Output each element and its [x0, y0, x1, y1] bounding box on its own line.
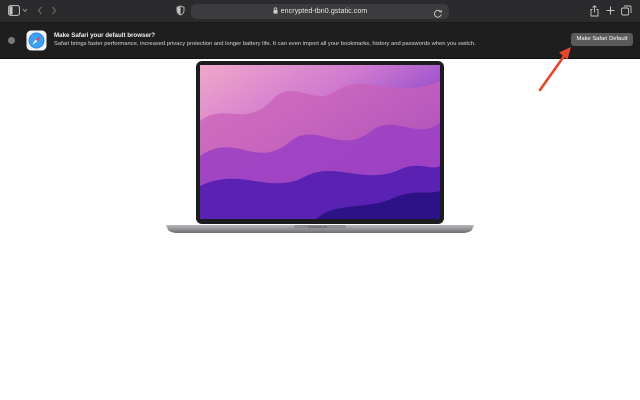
share-icon[interactable]	[590, 5, 599, 18]
macbook-air-image	[166, 61, 474, 233]
tab-overview-icon[interactable]	[621, 5, 632, 18]
laptop-model-label: MacBook Air	[308, 225, 327, 229]
plus-icon[interactable]	[606, 5, 615, 18]
close-icon[interactable]	[8, 37, 15, 44]
banner-body: Safari brings faster performance, increa…	[54, 41, 476, 47]
shield-icon[interactable]	[176, 5, 185, 18]
address-bar[interactable]: encrypted-tbn0.gstatic.com	[191, 4, 449, 19]
chevron-right-icon[interactable]	[51, 5, 57, 18]
lock-icon	[273, 5, 278, 20]
chevron-left-icon[interactable]	[37, 5, 43, 18]
chevron-down-icon[interactable]	[22, 5, 28, 18]
url-text: encrypted-tbn0.gstatic.com	[280, 8, 368, 15]
banner-title: Make Safari your default browser?	[54, 32, 156, 39]
reload-icon[interactable]	[433, 6, 443, 24]
red-arrow-annotation	[538, 47, 571, 92]
make-safari-default-button[interactable]: Make Safari Default	[571, 33, 633, 46]
browser-toolbar: encrypted-tbn0.gstatic.com	[0, 0, 640, 23]
sidebar-toggle-icon[interactable]	[8, 5, 20, 18]
safari-compass-icon	[26, 30, 47, 51]
